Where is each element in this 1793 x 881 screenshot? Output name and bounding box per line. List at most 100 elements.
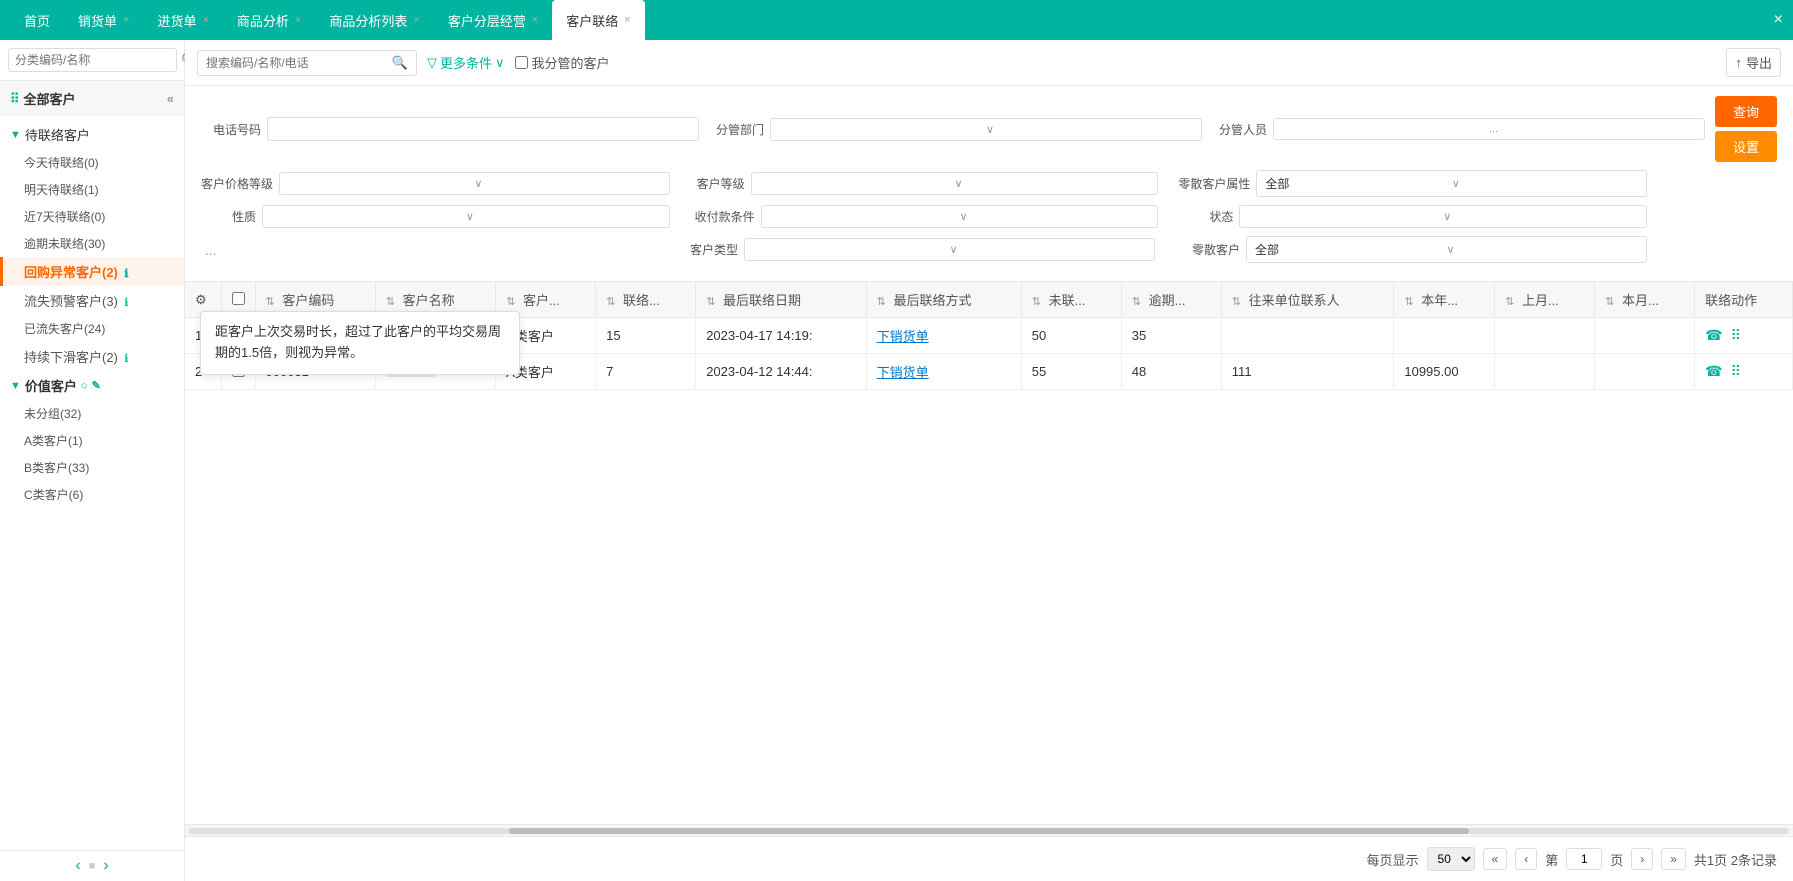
col-last-date[interactable]: ⇅ 最后联络日期 bbox=[696, 282, 866, 318]
row1-last-month bbox=[1495, 318, 1595, 354]
sort-icon6: ⇅ bbox=[877, 296, 886, 308]
close-icon[interactable]: × bbox=[532, 14, 538, 26]
filter-manager: 分管人员 ... bbox=[1212, 118, 1705, 140]
row1-this-month bbox=[1595, 318, 1695, 354]
sort-icon5: ⇅ bbox=[706, 296, 715, 308]
row2-last-date: 2023-04-12 14:44: bbox=[696, 354, 866, 390]
per-page-select[interactable]: 50 bbox=[1427, 847, 1475, 871]
filter-row-2: 客户价格等级 ∨ 客户等级 ∨ 零散客户属性 全部 bbox=[201, 170, 1777, 197]
more-dots[interactable]: ... bbox=[205, 242, 217, 258]
scrollbar-thumb[interactable] bbox=[509, 828, 1469, 834]
sort-icon10: ⇅ bbox=[1404, 296, 1413, 308]
payment-select[interactable]: ∨ bbox=[761, 205, 1159, 228]
sidebar-bottom-right-icon[interactable]: › bbox=[103, 857, 108, 875]
sidebar-bottom-left-icon[interactable]: ‹ bbox=[75, 857, 80, 875]
sidebar-item-today[interactable]: 今天待联络(0) bbox=[0, 149, 184, 176]
close-all-tabs[interactable]: × bbox=[1774, 11, 1783, 29]
nature-select[interactable]: ∨ bbox=[262, 205, 670, 228]
query-button[interactable]: 查询 bbox=[1715, 96, 1777, 127]
settings-icon[interactable]: ✎ bbox=[92, 379, 101, 392]
close-icon[interactable]: × bbox=[624, 14, 630, 26]
col-last-method[interactable]: ⇅ 最后联络方式 bbox=[866, 282, 1021, 318]
sidebar-item-classC[interactable]: C类客户(6) bbox=[0, 481, 184, 508]
sidebar-item-7days[interactable]: 近7天待联络(0) bbox=[0, 203, 184, 230]
manager-select[interactable]: ... bbox=[1273, 118, 1705, 140]
sidebar-collapse-icon[interactable]: « bbox=[167, 91, 174, 106]
col-last-month[interactable]: ⇅ 上月... bbox=[1495, 282, 1595, 318]
col-overdue[interactable]: ⇅ 逾期... bbox=[1121, 282, 1221, 318]
close-icon[interactable]: × bbox=[202, 14, 208, 26]
filter-search-input[interactable] bbox=[206, 56, 392, 70]
sidebar-item-churned[interactable]: 已流失客户(24) bbox=[0, 315, 184, 342]
col-this-year[interactable]: ⇅ 本年... bbox=[1394, 282, 1495, 318]
first-page-btn[interactable]: « bbox=[1483, 848, 1508, 870]
row1-contact: 15 bbox=[596, 318, 696, 354]
col-not-contact[interactable]: ⇅ 未联... bbox=[1021, 282, 1121, 318]
page-number-input[interactable] bbox=[1566, 848, 1602, 870]
filter-search-icon[interactable]: 🔍 bbox=[392, 55, 408, 71]
row1-action-icons: ☎ ⠿ bbox=[1705, 327, 1782, 344]
last-page-btn[interactable]: » bbox=[1661, 848, 1686, 870]
nav-product-analysis[interactable]: 商品分析 × bbox=[223, 0, 315, 40]
retail-customer-select[interactable]: 全部 ∨ bbox=[1246, 236, 1647, 263]
sidebar-item-repurchase-abnormal[interactable]: 回购异常客户(2) ℹ bbox=[0, 257, 184, 286]
table-footer: 每页显示 50 « ‹ 第 页 › » 共1页 2条记录 bbox=[185, 836, 1793, 881]
settings-button[interactable]: 设置 bbox=[1715, 131, 1777, 162]
sidebar-item-declining[interactable]: 持续下滑客户(2) ℹ bbox=[0, 342, 184, 371]
close-icon[interactable]: × bbox=[413, 14, 419, 26]
more-conditions-btn[interactable]: ▽ 更多条件 ∨ bbox=[427, 53, 505, 72]
nav-purchase-order[interactable]: 进货单 × bbox=[143, 0, 222, 40]
col-contact2[interactable]: ⇅ 往来单位联系人 bbox=[1221, 282, 1394, 318]
sort-icon11: ⇅ bbox=[1505, 296, 1514, 308]
price-level-select[interactable]: ∨ bbox=[279, 172, 670, 195]
nav-home[interactable]: 首页 bbox=[10, 0, 64, 40]
phone-input[interactable] bbox=[267, 117, 699, 141]
dept-select[interactable]: ∨ bbox=[770, 118, 1202, 141]
sidebar-group-pending-header[interactable]: ▼ 待联络客户 bbox=[0, 120, 184, 149]
sidebar-item-classB[interactable]: B类客户(33) bbox=[0, 454, 184, 481]
prev-page-btn[interactable]: ‹ bbox=[1515, 848, 1537, 870]
row1-more-icon[interactable]: ⠿ bbox=[1731, 327, 1741, 344]
sort-icon: ⇅ bbox=[266, 296, 275, 308]
col-contact[interactable]: ⇅ 联络... bbox=[596, 282, 696, 318]
sidebar-search-box: 🔍 bbox=[0, 40, 184, 81]
row2-more-icon[interactable]: ⠿ bbox=[1731, 363, 1741, 380]
arrow-icon: ▼ bbox=[10, 129, 21, 141]
row2-last-method[interactable]: 下销货单 bbox=[866, 354, 1021, 390]
sidebar-item-tomorrow[interactable]: 明天待联络(1) bbox=[0, 176, 184, 203]
col-this-month[interactable]: ⇅ 本月... bbox=[1595, 282, 1695, 318]
horizontal-scrollbar[interactable] bbox=[185, 824, 1793, 836]
sidebar-search-input[interactable] bbox=[8, 48, 177, 72]
close-icon[interactable]: × bbox=[295, 14, 301, 26]
status-select[interactable]: ∨ bbox=[1239, 205, 1647, 228]
sidebar-item-ungroup[interactable]: 未分组(32) bbox=[0, 400, 184, 427]
row2-call-icon[interactable]: ☎ bbox=[1705, 363, 1722, 380]
row1-contact2 bbox=[1221, 318, 1394, 354]
edit-icon[interactable]: ○ bbox=[81, 380, 88, 392]
nav-customer-contact[interactable]: 客户联络 × bbox=[552, 0, 644, 40]
row1-last-method[interactable]: 下销货单 bbox=[866, 318, 1021, 354]
next-page-btn[interactable]: › bbox=[1631, 848, 1653, 870]
customer-type-select[interactable]: ∨ bbox=[744, 238, 1155, 261]
sidebar-item-churn-warning[interactable]: 流失预警客户(3) ℹ bbox=[0, 286, 184, 315]
sidebar-group-value-header[interactable]: ▼ 价值客户 ○ ✎ bbox=[0, 371, 184, 400]
my-customers-checkbox[interactable] bbox=[515, 56, 528, 69]
sidebar-item-overdue[interactable]: 逾期未联络(30) bbox=[0, 230, 184, 257]
select-all-checkbox[interactable] bbox=[232, 292, 245, 305]
row2-action: ☎ ⠿ bbox=[1695, 354, 1793, 390]
filter-search-box: 🔍 bbox=[197, 50, 417, 76]
sort-icon7: ⇅ bbox=[1032, 296, 1041, 308]
sidebar-item-classA[interactable]: A类客户(1) bbox=[0, 427, 184, 454]
row2-not-contact: 55 bbox=[1021, 354, 1121, 390]
row2-overdue: 48 bbox=[1121, 354, 1221, 390]
arrow-icon2: ▼ bbox=[10, 380, 21, 392]
export-button[interactable]: ↑ 导出 bbox=[1726, 48, 1781, 77]
nav-product-analysis-list[interactable]: 商品分析列表 × bbox=[315, 0, 433, 40]
retail-attr-select[interactable]: 全部 ∨ bbox=[1256, 170, 1647, 197]
nav-customer-tier[interactable]: 客户分层经营 × bbox=[434, 0, 552, 40]
row1-call-icon[interactable]: ☎ bbox=[1705, 327, 1722, 344]
close-icon[interactable]: × bbox=[123, 14, 129, 26]
chevron-down-icon3: ... bbox=[1489, 123, 1696, 135]
customer-level-select[interactable]: ∨ bbox=[751, 172, 1159, 195]
nav-sales-order[interactable]: 销货单 × bbox=[64, 0, 143, 40]
